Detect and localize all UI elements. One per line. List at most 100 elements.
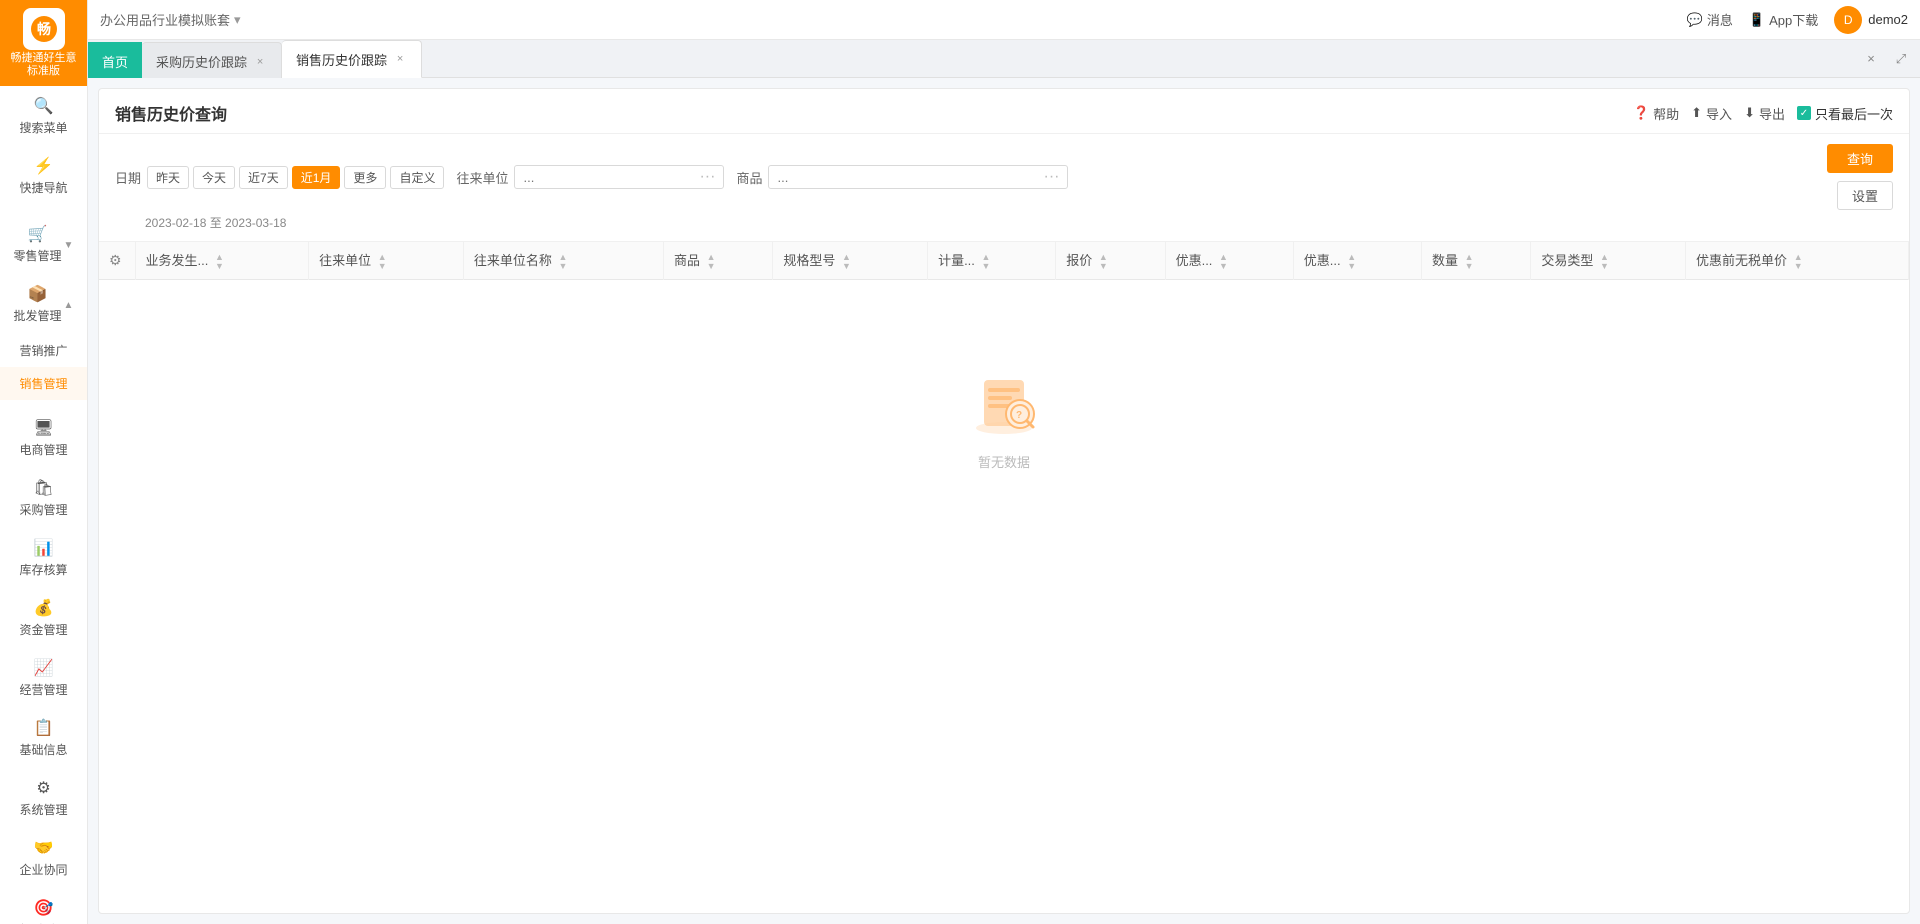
goods-input-wrap[interactable]: ··· [768,165,1068,189]
import-btn[interactable]: ⬆ 导入 [1691,104,1732,123]
table-th-counterpart[interactable]: 往来单位 ▲▼ [309,242,464,279]
table-th-pretax-price[interactable]: 优惠前无税单价 ▲▼ [1686,242,1909,279]
sidebar-item-wholesale[interactable]: 📦 批发管理 ▲ [0,274,87,334]
query-btn[interactable]: 查询 [1827,144,1893,173]
table-th-goods[interactable]: 商品 ▲▼ [664,242,773,279]
sidebar-item-label: 资金管理 [19,621,67,638]
svg-text:?: ? [1016,410,1022,421]
table-th-biz-date[interactable]: 业务发生... ▲▼ [135,242,309,279]
only-last-label: 只看最后一次 [1815,104,1893,123]
sidebar-item-finance[interactable]: 💰 资金管理 [0,588,87,648]
export-icon: ⬇ [1744,105,1755,121]
sidebar-item-label: 搜索菜单 [19,119,67,136]
app-logo[interactable]: 畅 畅捷通好生意 标准版 [0,0,87,86]
topbar-dropdown-icon[interactable]: ▾ [234,12,241,28]
sidebar-item-system[interactable]: ⚙ 系统管理 [0,768,87,828]
table-header-row: ⚙ 业务发生... ▲▼ 往来单位 ▲▼ 往来单位名称 [99,242,1909,279]
sidebar-item-inventory[interactable]: 📊 库存核算 [0,528,87,588]
table-th-unit[interactable]: 计量... ▲▼ [928,242,1056,279]
page-header-actions: ❓ 帮助 ⬆ 导入 ⬇ 导出 ✓ 只看最后一次 [1633,104,1893,123]
topbar-msg-btn[interactable]: 💬 消息 [1687,10,1733,29]
table-th-qty[interactable]: 数量 ▲▼ [1422,242,1531,279]
sidebar-item-cooperation[interactable]: 🤝 企业协同 [0,828,87,888]
empty-icon: ? [964,360,1044,440]
only-last-checkbox-label[interactable]: ✓ 只看最后一次 [1797,104,1893,123]
sidebar-item-label: 电商管理 [19,441,67,458]
table-th-price[interactable]: 报价 ▲▼ [1056,242,1165,279]
table-th-counterpart-name[interactable]: 往来单位名称 ▲▼ [463,242,663,279]
tab-win-actions: × ⤢ [1852,40,1920,77]
tab-home[interactable]: 首页 [88,42,142,80]
goods-picker-icon[interactable]: ··· [1043,168,1059,186]
sidebar-item-ecommerce[interactable]: 🖥 电商管理 [0,408,87,468]
table-th-trade-type[interactable]: 交易类型 ▲▼ [1531,242,1686,279]
finance-icon: 💰 [34,598,54,618]
sidebar-item-purchase[interactable]: 🛍 采购管理 [0,468,87,528]
date-range-text: 2023-02-18 至 2023-03-18 [145,216,286,230]
topbar-user[interactable]: D demo2 [1834,6,1908,34]
table-area: ⚙ 业务发生... ▲▼ 往来单位 ▲▼ 往来单位名称 [99,242,1909,913]
tab-purchase-history[interactable]: 采购历史价跟踪 × [142,42,282,80]
counterpart-filter: 往来单位 ··· [456,165,724,189]
date-filter: 日期 昨天 今天 近7天 近1月 更多 自定义 [115,166,444,189]
goods-input[interactable] [777,170,1043,185]
sidebar-item-shortcut[interactable]: ⚡ 快捷导航 [0,146,87,206]
topbar-app-download-btn[interactable]: 📱 App下载 [1749,10,1818,29]
sidebar-item-search[interactable]: 🔍 搜索菜单 [0,86,87,146]
sidebar-item-label: 经营管理 [19,681,67,698]
window-close-btn[interactable]: × [1860,48,1882,70]
tab-purchase-close-btn[interactable]: × [253,55,267,69]
table-th-discount2[interactable]: 优惠... ▲▼ [1293,242,1421,279]
counterpart-input-wrap[interactable]: ··· [514,165,724,189]
sidebar-item-sales-mgmt[interactable]: 销售管理 [0,367,87,400]
sidebar-item-guide[interactable]: 🎯 新手引导 [0,888,87,924]
date-btn-7days[interactable]: 近7天 [239,166,288,189]
goods-filter: 商品 ··· [736,165,1068,189]
msg-icon: 💬 [1687,12,1703,28]
date-btn-more[interactable]: 更多 [344,166,386,189]
sidebar-item-retail[interactable]: 🛒 零售管理 ▼ [0,214,87,274]
table-settings-icon[interactable]: ⚙ [109,252,122,268]
setting-btn[interactable]: 设置 [1837,181,1893,210]
app-download-label: App下载 [1769,10,1818,29]
only-last-checkbox[interactable]: ✓ [1797,106,1811,120]
tab-sales-close-btn[interactable]: × [393,52,407,66]
user-name: demo2 [1868,12,1908,27]
filter-action-col: 查询 设置 [1827,144,1893,210]
search-icon: 🔍 [34,96,54,116]
operations-icon: 📈 [34,658,54,678]
tab-purchase-label: 采购历史价跟踪 [156,52,247,71]
sidebar-item-label: 零售管理 [14,247,62,264]
topbar-title-text: 办公用品行业模拟账套 [100,10,230,29]
table-th-discount1[interactable]: 优惠... ▲▼ [1165,242,1293,279]
table-th-spec[interactable]: 规格型号 ▲▼ [773,242,928,279]
ecommerce-icon: 🖥 [33,418,53,438]
tab-sales-history[interactable]: 销售历史价跟踪 × [282,40,422,78]
date-btn-today[interactable]: 今天 [193,166,235,189]
sort-icon: ▲▼ [1465,253,1474,271]
date-btn-1month[interactable]: 近1月 [292,166,341,189]
help-btn[interactable]: ❓ 帮助 [1633,104,1679,123]
sidebar-item-basic-info[interactable]: 📋 基础信息 [0,708,87,768]
window-maximize-btn[interactable]: ⤢ [1890,48,1912,70]
empty-state: ? 暂无数据 [99,280,1909,551]
empty-text: 暂无数据 [978,452,1030,471]
topbar-title: 办公用品行业模拟账套 ▾ [100,10,1679,29]
export-btn[interactable]: ⬇ 导出 [1744,104,1785,123]
table-header: ⚙ 业务发生... ▲▼ 往来单位 ▲▼ 往来单位名称 [99,242,1909,279]
sidebar-item-operations[interactable]: 📈 经营管理 [0,648,87,708]
date-btn-custom[interactable]: 自定义 [390,166,444,189]
date-btn-yesterday[interactable]: 昨天 [147,166,189,189]
counterpart-picker-icon[interactable]: ··· [699,168,715,186]
import-icon: ⬆ [1691,105,1702,121]
page-container: 销售历史价查询 ❓ 帮助 ⬆ 导入 ⬇ 导出 ✓ [98,88,1910,914]
wholesale-chevron-icon: ▲ [64,300,74,311]
svg-text:畅: 畅 [37,21,51,37]
sidebar-item-label: 营销推广 [19,342,67,359]
cooperation-icon: 🤝 [34,838,54,858]
table-th-settings[interactable]: ⚙ [99,242,135,279]
sort-icon: ▲▼ [215,253,224,271]
sidebar-item-marketing[interactable]: 营销推广 [0,334,87,367]
sort-icon: ▲▼ [559,253,568,271]
counterpart-input[interactable] [523,170,699,185]
